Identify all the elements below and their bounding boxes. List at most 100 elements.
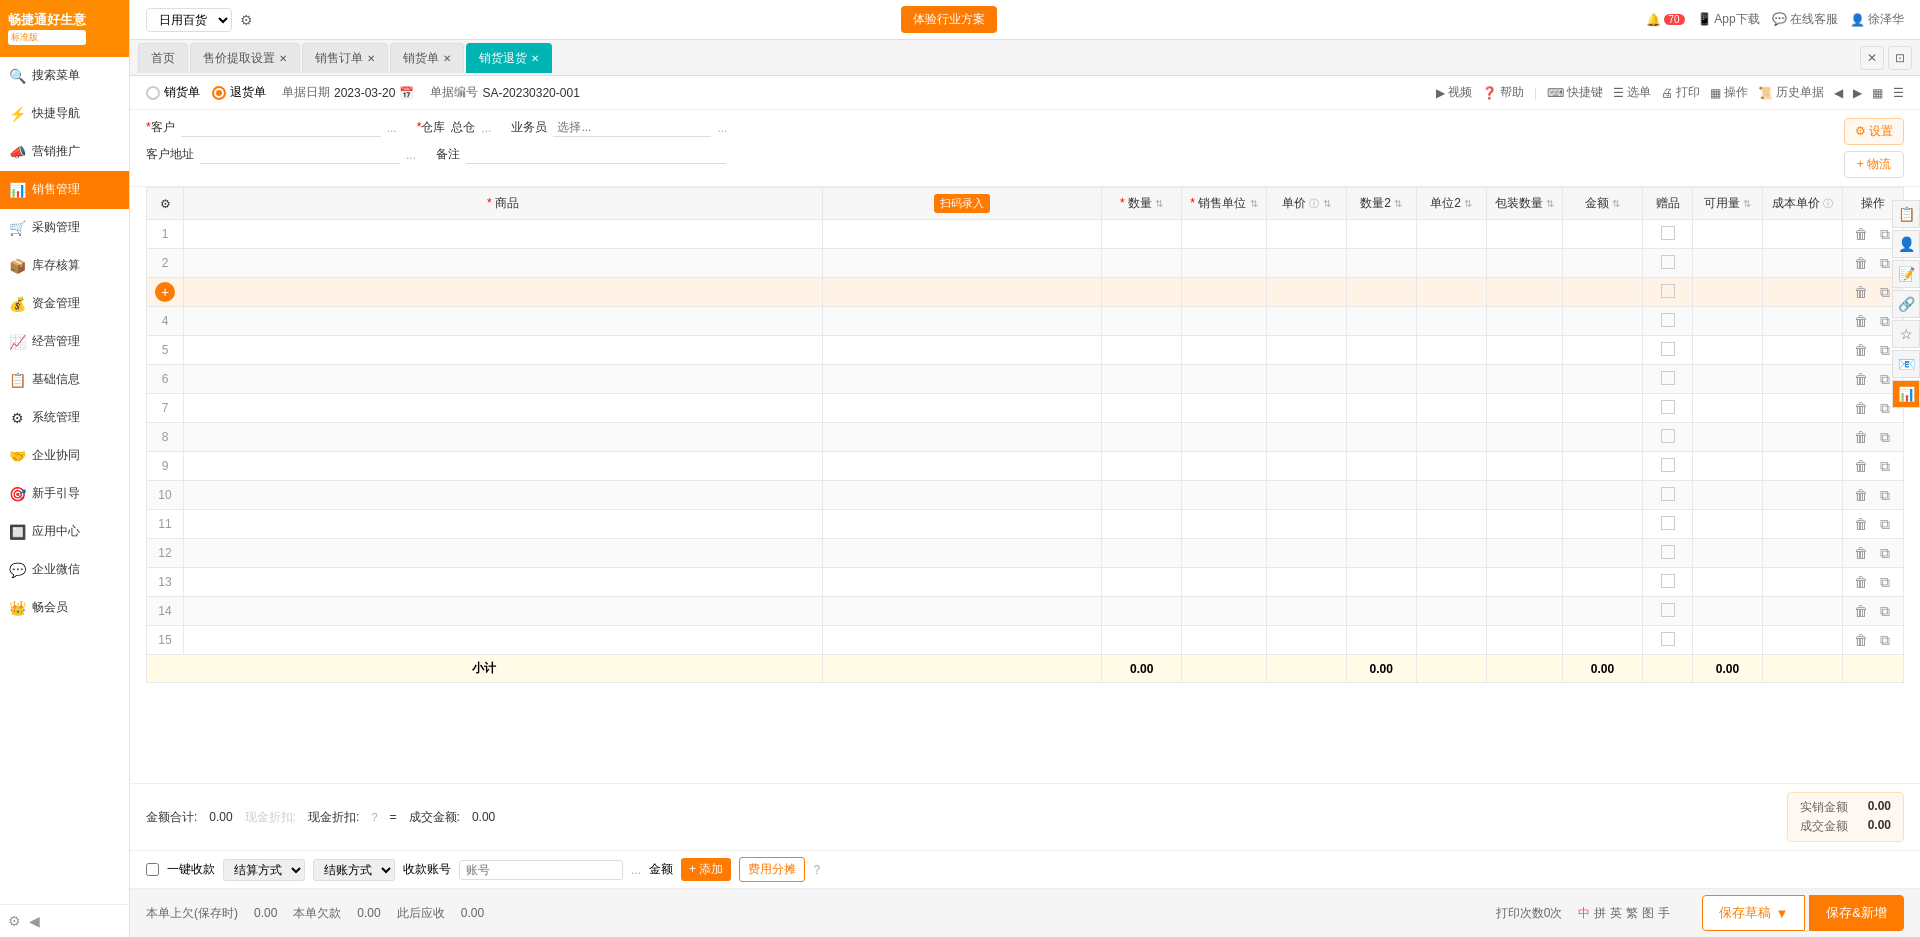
shortcut-action[interactable]: ⌨ 快捷键: [1547, 84, 1603, 101]
delete-row-9[interactable]: 🗑: [1851, 456, 1871, 476]
remark-input[interactable]: [466, 145, 726, 164]
user-avatar[interactable]: 👤 徐泽华: [1850, 11, 1904, 28]
add-payment-button[interactable]: + 添加: [681, 858, 731, 881]
sidebar-item-guide[interactable]: 🎯 新手引导: [0, 475, 129, 513]
delete-row-13[interactable]: 🗑: [1851, 572, 1871, 592]
unit-cell-2[interactable]: [1182, 249, 1266, 278]
sidebar-item-basic[interactable]: 📋 基础信息: [0, 361, 129, 399]
sidebar-item-apps[interactable]: 🔲 应用中心: [0, 513, 129, 551]
collapse-icon[interactable]: ◀: [29, 913, 40, 929]
amount-cell-3[interactable]: [1563, 278, 1643, 307]
delete-row-8[interactable]: 🗑: [1851, 427, 1871, 447]
copy-row-12[interactable]: ⧉: [1875, 543, 1895, 563]
prev-record-icon[interactable]: ◀: [1834, 86, 1843, 100]
sidebar-item-operations[interactable]: 📈 经营管理: [0, 323, 129, 361]
fee-split-button[interactable]: 费用分摊: [739, 857, 805, 882]
delete-row-14[interactable]: 🗑: [1851, 601, 1871, 621]
add-row-button[interactable]: +: [155, 282, 175, 302]
radio-return[interactable]: 退货单: [212, 84, 266, 101]
avail-cell-1[interactable]: [1693, 220, 1763, 249]
warehouse-dots[interactable]: ...: [481, 121, 491, 135]
operate-action[interactable]: ▦ 操作: [1710, 84, 1748, 101]
tab-close-price-setting[interactable]: ✕: [279, 53, 287, 64]
right-icon-7-active[interactable]: 📊: [1892, 380, 1920, 408]
customer-input[interactable]: [181, 118, 381, 137]
sidebar-item-finance[interactable]: 💰 资金管理: [0, 285, 129, 323]
video-action[interactable]: ▶ 视频: [1436, 84, 1472, 101]
delete-row-5[interactable]: 🗑: [1851, 340, 1871, 360]
help-action[interactable]: ❓ 帮助: [1482, 84, 1524, 101]
sidebar-item-sales[interactable]: 📊 销售管理: [0, 171, 129, 209]
copy-row-14[interactable]: ⧉: [1875, 601, 1895, 621]
qty2-cell-3[interactable]: [1346, 278, 1416, 307]
amount-sort-icon[interactable]: ⇅: [1612, 198, 1620, 209]
unit-cell-3[interactable]: [1182, 278, 1266, 307]
product-input-3[interactable]: [192, 285, 814, 299]
copy-row-13[interactable]: ⧉: [1875, 572, 1895, 592]
gift-cell-2[interactable]: [1643, 249, 1693, 278]
online-service-link[interactable]: 💬 在线客服: [1772, 11, 1838, 28]
tab-sales-order[interactable]: 销售订单 ✕: [302, 43, 388, 73]
industry-select[interactable]: 日用百货: [146, 8, 232, 32]
price-sort-icon[interactable]: ⇅: [1323, 198, 1331, 209]
next-record-icon[interactable]: ▶: [1853, 86, 1862, 100]
col-gear[interactable]: ⚙: [147, 188, 184, 220]
sidebar-item-system[interactable]: ⚙ 系统管理: [0, 399, 129, 437]
right-icon-6[interactable]: 📧: [1892, 350, 1920, 378]
pack-cell-1[interactable]: [1486, 220, 1562, 249]
gift-cell-3[interactable]: [1643, 278, 1693, 307]
staff-dots[interactable]: ...: [717, 121, 727, 135]
copy-row-8[interactable]: ⧉: [1875, 427, 1895, 447]
tab-sales-return[interactable]: 销货退货 ✕: [466, 43, 552, 73]
close-tab-icon[interactable]: ✕: [1860, 46, 1884, 70]
unit2-cell-1[interactable]: [1416, 220, 1486, 249]
tab-close-sales-return[interactable]: ✕: [531, 53, 539, 64]
ime-img-icon[interactable]: 图: [1642, 905, 1654, 922]
delete-row-6[interactable]: 🗑: [1851, 369, 1871, 389]
copy-row-15[interactable]: ⧉: [1875, 630, 1895, 650]
tab-price-setting[interactable]: 售价提取设置 ✕: [190, 43, 300, 73]
scan-button[interactable]: 扫码录入: [934, 194, 990, 213]
right-icon-1[interactable]: 📋: [1892, 200, 1920, 228]
gift-cell-1[interactable]: [1643, 220, 1693, 249]
tab-home[interactable]: 首页: [138, 43, 188, 73]
right-icon-2[interactable]: 👤: [1892, 230, 1920, 258]
unit2-cell-3[interactable]: [1416, 278, 1486, 307]
app-download-link[interactable]: 📱 App下载: [1697, 11, 1760, 28]
grid-view-icon[interactable]: ▦: [1872, 86, 1883, 100]
history-action[interactable]: 📜 历史单据: [1758, 84, 1824, 101]
col-scan[interactable]: 扫码录入: [822, 188, 1101, 220]
price-cell-3[interactable]: [1266, 278, 1346, 307]
qty-cell-2[interactable]: [1102, 249, 1182, 278]
sidebar-item-member[interactable]: 👑 畅会员: [0, 589, 129, 627]
ime-en-icon[interactable]: 英: [1610, 905, 1622, 922]
unit2-cell-2[interactable]: [1416, 249, 1486, 278]
staff-input[interactable]: [553, 118, 711, 137]
avail-cell-3[interactable]: [1693, 278, 1763, 307]
unit-sort-icon[interactable]: ⇅: [1250, 198, 1258, 209]
qty2-cell-1[interactable]: [1346, 220, 1416, 249]
account-dots[interactable]: ...: [631, 863, 641, 877]
save-draft-button[interactable]: 保存草稿 ▼: [1702, 895, 1805, 931]
qty-cell-1[interactable]: [1102, 220, 1182, 249]
ime-trad-icon[interactable]: 繁: [1626, 905, 1638, 922]
ime-pinyin-icon[interactable]: 拼: [1594, 905, 1606, 922]
right-icon-4[interactable]: 🔗: [1892, 290, 1920, 318]
logistics-button[interactable]: + 物流: [1844, 151, 1904, 178]
sidebar-item-wechat[interactable]: 💬 企业微信: [0, 551, 129, 589]
delete-row-15[interactable]: 🗑: [1851, 630, 1871, 650]
pack-cell-3[interactable]: [1486, 278, 1562, 307]
sidebar-item-shortcut[interactable]: ⚡ 快捷导航: [0, 95, 129, 133]
checkout-method-select[interactable]: 结算方式: [223, 859, 305, 881]
delete-row-10[interactable]: 🗑: [1851, 485, 1871, 505]
delete-row-12[interactable]: 🗑: [1851, 543, 1871, 563]
qty-sort-icon[interactable]: ⇅: [1155, 198, 1163, 209]
address-dots[interactable]: ...: [406, 148, 416, 162]
price-cell-2[interactable]: [1266, 249, 1346, 278]
unit-cell-1[interactable]: [1182, 220, 1266, 249]
unit2-sort-icon[interactable]: ⇅: [1464, 198, 1472, 209]
account-input[interactable]: [459, 860, 623, 880]
trial-button[interactable]: 体验行业方案: [901, 6, 997, 33]
list-view-icon[interactable]: ☰: [1893, 86, 1904, 100]
radio-sale[interactable]: 销货单: [146, 84, 200, 101]
